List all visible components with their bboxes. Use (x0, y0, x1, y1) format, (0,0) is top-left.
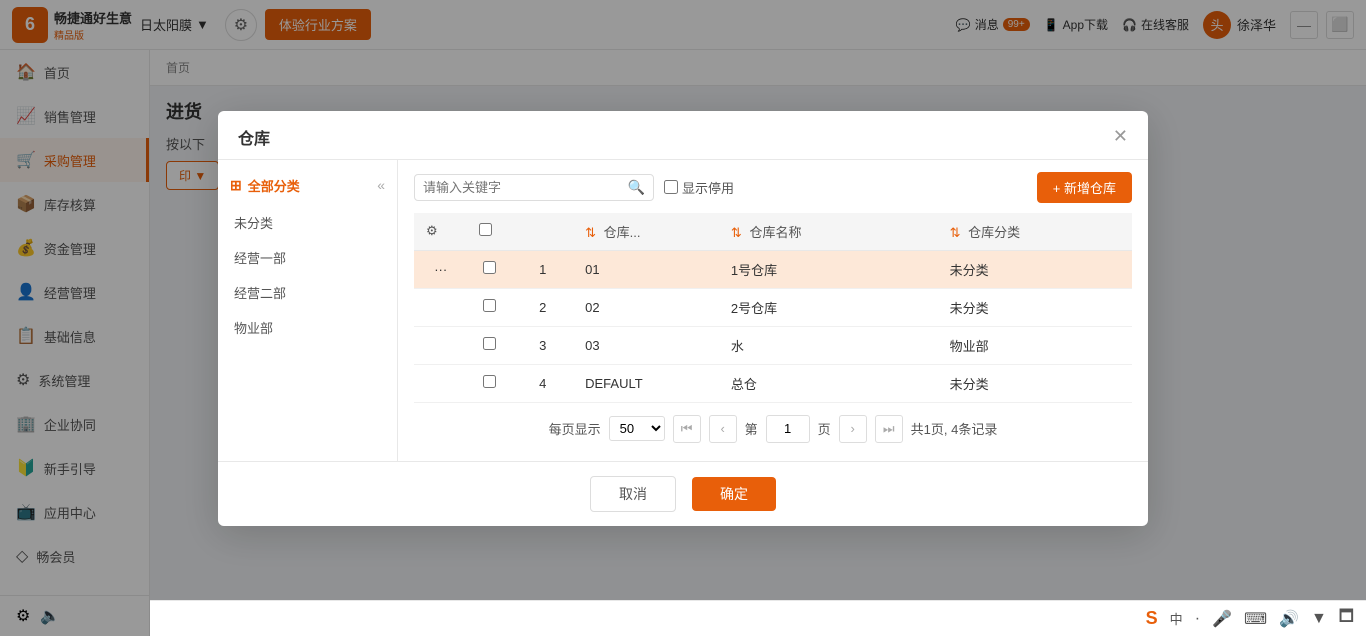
cancel-button[interactable]: 取消 (590, 476, 676, 512)
col-cat-header[interactable]: ⇅ 仓库分类 (938, 213, 1132, 251)
row-code-3: 03 (573, 326, 719, 364)
search-input[interactable] (423, 180, 628, 195)
main-layout: 🏠 首页 📈 销售管理 🛒 采购管理 📦 库存核算 💰 资金管理 👤 经营管理 … (0, 50, 1366, 636)
prev-page-btn[interactable]: ‹ (709, 415, 737, 443)
speaker-icon[interactable]: 🔊 (1279, 609, 1299, 629)
table-header: ⚙ ⇅ 仓库... ⇅ (414, 213, 1132, 251)
table-row[interactable]: ··· 1 01 1号仓库 未分类 (414, 250, 1132, 288)
grid-icon: ⊞ (230, 177, 242, 194)
modal-body: ⊞ 全部分类 « 未分类 经营一部 经营二部 物业部 (218, 160, 1148, 461)
row-checkbox-4[interactable] (483, 375, 496, 388)
row-name-4: 总仓 (719, 364, 938, 402)
keyboard-icon[interactable]: ⌨ (1244, 609, 1267, 629)
modal-sidebar-header: ⊞ 全部分类 « (218, 170, 397, 205)
warehouse-table: ⚙ ⇅ 仓库... ⇅ (414, 213, 1132, 403)
cat-item-ops1[interactable]: 经营一部 (218, 240, 397, 275)
row-cat-1: 未分类 (938, 250, 1132, 288)
modal-main-panel: 🔍 显示停用 + 新增仓库 (398, 160, 1148, 461)
last-page-btn[interactable]: ⏭ (875, 415, 903, 443)
row-cat-3: 物业部 (938, 326, 1132, 364)
row-index-4: 4 (512, 364, 573, 402)
col-gear-header: ⚙ (414, 213, 467, 251)
main-content: 首页 进货 按以下 印 ▼ 导出 ▼ 刷新 查询 设置 仓库 ✕ (150, 50, 1366, 636)
modal-overlay: 仓库 ✕ ⊞ 全部分类 « 未分类 (150, 50, 1366, 636)
col-index-header (512, 213, 573, 251)
row-gear-1[interactable]: ··· (414, 250, 467, 288)
modal-header: 仓库 ✕ (218, 111, 1148, 160)
warehouse-modal: 仓库 ✕ ⊞ 全部分类 « 未分类 (218, 111, 1148, 526)
page-size-select[interactable]: 50 10 20 100 (609, 416, 665, 441)
cat-all-item[interactable]: ⊞ 全部分类 (230, 176, 300, 195)
row-index-1: 1 (512, 250, 573, 288)
search-box: 🔍 (414, 174, 654, 201)
row-gear-3[interactable] (414, 326, 467, 364)
taskbar: S 中 · 🎤 ⌨ 🔊 ▼ 🗖 (150, 600, 1366, 636)
row-index-2: 2 (512, 288, 573, 326)
table-container: ⚙ ⇅ 仓库... ⇅ (414, 213, 1132, 403)
confirm-button[interactable]: 确定 (692, 477, 776, 511)
row-checkbox-3[interactable] (483, 337, 496, 350)
row-name-2: 2号仓库 (719, 288, 938, 326)
row-check-3[interactable] (467, 326, 512, 364)
next-page-btn[interactable]: › (839, 415, 867, 443)
taskbar-s-icon: S (1146, 608, 1158, 629)
col-code-header[interactable]: ⇅ 仓库... (573, 213, 719, 251)
search-icon[interactable]: 🔍 (628, 179, 645, 196)
row-name-1: 1号仓库 (719, 250, 938, 288)
col-name-header[interactable]: ⇅ 仓库名称 (719, 213, 938, 251)
table-row[interactable]: 2 02 2号仓库 未分类 (414, 288, 1132, 326)
page-number-input[interactable] (766, 415, 810, 443)
modal-close-btn[interactable]: ✕ (1113, 126, 1128, 147)
show-disabled-checkbox[interactable] (664, 180, 678, 194)
modal-toolbar: 🔍 显示停用 + 新增仓库 (414, 172, 1132, 203)
cat-item-property[interactable]: 物业部 (218, 310, 397, 345)
select-all-checkbox[interactable] (479, 223, 492, 236)
taskbar-window-icon[interactable]: 🗖 (1339, 605, 1354, 632)
sort-icon2: ⇅ (731, 225, 742, 240)
collapse-btn[interactable]: « (377, 177, 385, 193)
row-gear-4[interactable] (414, 364, 467, 402)
total-info: 共1页, 4条记录 (911, 419, 998, 438)
cat-item-ops2[interactable]: 经营二部 (218, 275, 397, 310)
modal-category-panel: ⊞ 全部分类 « 未分类 经营一部 经营二部 物业部 (218, 160, 398, 461)
row-code-2: 02 (573, 288, 719, 326)
row-checkbox-1[interactable] (483, 261, 496, 274)
taskbar-dot-icon[interactable]: · (1195, 610, 1200, 628)
modal-footer: 取消 确定 (218, 461, 1148, 526)
row-check-2[interactable] (467, 288, 512, 326)
row-cat-2: 未分类 (938, 288, 1132, 326)
row-index-3: 3 (512, 326, 573, 364)
row-check-1[interactable] (467, 250, 512, 288)
sort-icon: ⇅ (585, 225, 596, 240)
row-checkbox-2[interactable] (483, 299, 496, 312)
table-row[interactable]: 4 DEFAULT 总仓 未分类 (414, 364, 1132, 402)
row-name-3: 水 (719, 326, 938, 364)
taskbar-arrow-icon[interactable]: ▼ (1311, 610, 1327, 628)
cat-item-unclassified[interactable]: 未分类 (218, 205, 397, 240)
first-page-btn[interactable]: ⏮ (673, 415, 701, 443)
add-warehouse-btn[interactable]: + 新增仓库 (1037, 172, 1132, 203)
taskbar-zh-icon[interactable]: 中 (1170, 609, 1183, 628)
show-disabled-toggle[interactable]: 显示停用 (664, 178, 734, 197)
row-gear-2[interactable] (414, 288, 467, 326)
row-check-4[interactable] (467, 364, 512, 402)
sort-icon3: ⇅ (950, 225, 961, 240)
row-code-4: DEFAULT (573, 364, 719, 402)
row-cat-4: 未分类 (938, 364, 1132, 402)
table-row[interactable]: 3 03 水 物业部 (414, 326, 1132, 364)
col-check-header (467, 213, 512, 251)
table-body: ··· 1 01 1号仓库 未分类 (414, 250, 1132, 402)
microphone-icon[interactable]: 🎤 (1212, 609, 1232, 629)
modal-title: 仓库 (238, 125, 270, 149)
pagination-bar: 每页显示 50 10 20 100 ⏮ ‹ 第 页 (414, 403, 1132, 449)
row-code-1: 01 (573, 250, 719, 288)
